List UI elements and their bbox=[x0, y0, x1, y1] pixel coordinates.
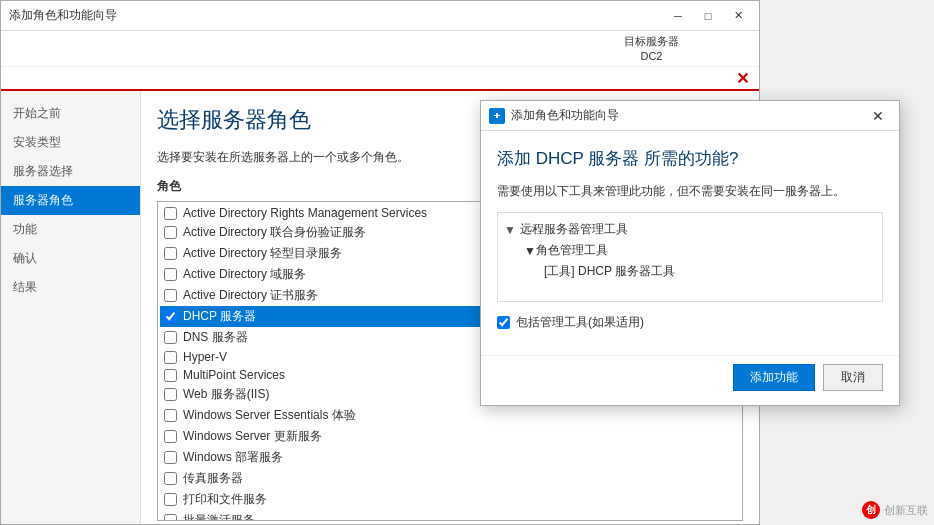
watermark-text: 创新互联 bbox=[884, 503, 928, 518]
role-checkbox-ad-rms[interactable] bbox=[164, 207, 177, 220]
feature-tree-remote-mgmt: ▼ 远程服务器管理工具 bbox=[504, 219, 876, 240]
dialog-close-button[interactable]: ✕ bbox=[865, 106, 891, 126]
dialog-title-label: 添加角色和功能向导 bbox=[511, 107, 619, 124]
role-checkbox-ad-fs[interactable] bbox=[164, 226, 177, 239]
sidebar-item-features[interactable]: 功能 bbox=[1, 215, 140, 244]
expand-remote-mgmt-icon: ▼ bbox=[504, 223, 516, 237]
progress-area: 目标服务器 DC2 bbox=[1, 31, 759, 67]
role-label-iis: Web 服务器(IIS) bbox=[183, 386, 269, 403]
role-checkbox-fax[interactable] bbox=[164, 472, 177, 485]
dialog-icon bbox=[489, 108, 505, 124]
include-mgmt-tools-checkbox[interactable] bbox=[497, 316, 510, 329]
feature-label-role-mgmt: 角色管理工具 bbox=[536, 242, 608, 259]
role-checkbox-ad-lds[interactable] bbox=[164, 247, 177, 260]
role-checkbox-wds[interactable] bbox=[164, 451, 177, 464]
role-label-wsus: Windows Server 更新服务 bbox=[183, 428, 322, 445]
role-checkbox-vol-act[interactable] bbox=[164, 514, 177, 521]
role-checkbox-dhcp[interactable] bbox=[164, 310, 177, 323]
feature-tree-role-mgmt: ▼ 角色管理工具 bbox=[524, 240, 876, 261]
role-checkbox-dns[interactable] bbox=[164, 331, 177, 344]
main-title-bar: 添加角色和功能向导 ─ □ ✕ bbox=[1, 1, 759, 31]
main-close-button[interactable]: ✕ bbox=[725, 6, 751, 26]
role-checkbox-multipoint[interactable] bbox=[164, 369, 177, 382]
role-item-vol-act[interactable]: 批量激活服务 bbox=[160, 510, 740, 521]
role-label-wds: Windows 部署服务 bbox=[183, 449, 283, 466]
maximize-button[interactable]: □ bbox=[695, 6, 721, 26]
role-checkbox-print[interactable] bbox=[164, 493, 177, 506]
role-item-wsus[interactable]: Windows Server 更新服务 bbox=[160, 426, 740, 447]
red-x-icon[interactable]: ✕ bbox=[736, 69, 749, 88]
dialog-desc: 需要使用以下工具来管理此功能，但不需要安装在同一服务器上。 bbox=[497, 182, 883, 200]
sidebar-item-confirm[interactable]: 确认 bbox=[1, 244, 140, 273]
sidebar-item-server-roles[interactable]: 服务器角色 bbox=[1, 186, 140, 215]
minimize-button[interactable]: ─ bbox=[665, 6, 691, 26]
cancel-button[interactable]: 取消 bbox=[823, 364, 883, 391]
role-label-ad-ds: Active Directory 域服务 bbox=[183, 266, 306, 283]
feature-tree-dhcp-tools: [工具] DHCP 服务器工具 bbox=[544, 261, 876, 282]
sidebar-item-results[interactable]: 结果 bbox=[1, 273, 140, 302]
svg-rect-2 bbox=[496, 113, 498, 118]
expand-role-mgmt-icon: ▼ bbox=[524, 244, 536, 258]
role-label-multipoint: MultiPoint Services bbox=[183, 368, 285, 382]
role-item-wds[interactable]: Windows 部署服务 bbox=[160, 447, 740, 468]
sidebar-item-install-type[interactable]: 安装类型 bbox=[1, 128, 140, 157]
main-window-title: 添加角色和功能向导 bbox=[9, 7, 117, 24]
feature-tree: ▼ 远程服务器管理工具 ▼ 角色管理工具 [工具] DHCP 服务器工具 bbox=[497, 212, 883, 302]
dialog-heading: 添加 DHCP 服务器 所需的功能? bbox=[497, 147, 883, 170]
role-label-dhcp: DHCP 服务器 bbox=[183, 308, 256, 325]
red-x-bar: ✕ bbox=[1, 67, 759, 91]
role-item-print[interactable]: 打印和文件服务 bbox=[160, 489, 740, 510]
dialog-title-bar: 添加角色和功能向导 ✕ bbox=[481, 101, 899, 131]
dialog-body: 添加 DHCP 服务器 所需的功能? 需要使用以下工具来管理此功能，但不需要安装… bbox=[481, 131, 899, 355]
role-label-vol-act: 批量激活服务 bbox=[183, 512, 255, 521]
sidebar-item-server-select[interactable]: 服务器选择 bbox=[1, 157, 140, 186]
include-mgmt-tools-row: 包括管理工具(如果适用) bbox=[497, 314, 883, 331]
role-checkbox-ad-cs[interactable] bbox=[164, 289, 177, 302]
target-server-name: DC2 bbox=[624, 49, 679, 63]
dialog: 添加角色和功能向导 ✕ 添加 DHCP 服务器 所需的功能? 需要使用以下工具来… bbox=[480, 100, 900, 406]
role-label-wse: Windows Server Essentials 体验 bbox=[183, 407, 356, 424]
role-checkbox-hyper-v[interactable] bbox=[164, 351, 177, 364]
role-label-ad-fs: Active Directory 联合身份验证服务 bbox=[183, 224, 366, 241]
sidebar: 开始之前 安装类型 服务器选择 服务器角色 功能 确认 结果 bbox=[1, 91, 141, 524]
feature-label-dhcp-tools: [工具] DHCP 服务器工具 bbox=[544, 263, 675, 280]
role-label-dns: DNS 服务器 bbox=[183, 329, 248, 346]
title-bar-controls: ─ □ ✕ bbox=[665, 6, 751, 26]
role-item-wse[interactable]: Windows Server Essentials 体验 bbox=[160, 405, 740, 426]
role-checkbox-wse[interactable] bbox=[164, 409, 177, 422]
feature-label-remote-mgmt: 远程服务器管理工具 bbox=[520, 221, 628, 238]
dialog-title-text: 添加角色和功能向导 bbox=[489, 107, 619, 124]
target-server-box: 目标服务器 DC2 bbox=[624, 34, 679, 63]
role-label-ad-lds: Active Directory 轻型目录服务 bbox=[183, 245, 342, 262]
role-checkbox-iis[interactable] bbox=[164, 388, 177, 401]
role-label-fax: 传真服务器 bbox=[183, 470, 243, 487]
role-item-fax[interactable]: 传真服务器 bbox=[160, 468, 740, 489]
target-server-label: 目标服务器 bbox=[624, 34, 679, 48]
role-label-ad-rms: Active Directory Rights Management Servi… bbox=[183, 206, 427, 220]
role-label-print: 打印和文件服务 bbox=[183, 491, 267, 508]
watermark: 创 创新互联 bbox=[862, 501, 928, 519]
include-mgmt-tools-label: 包括管理工具(如果适用) bbox=[516, 314, 644, 331]
watermark-logo: 创 bbox=[862, 501, 880, 519]
role-label-hyper-v: Hyper-V bbox=[183, 350, 227, 364]
role-checkbox-wsus[interactable] bbox=[164, 430, 177, 443]
sidebar-item-start[interactable]: 开始之前 bbox=[1, 99, 140, 128]
add-feature-button[interactable]: 添加功能 bbox=[733, 364, 815, 391]
dialog-footer: 添加功能 取消 bbox=[481, 355, 899, 405]
role-checkbox-ad-ds[interactable] bbox=[164, 268, 177, 281]
role-label-ad-cs: Active Directory 证书服务 bbox=[183, 287, 318, 304]
